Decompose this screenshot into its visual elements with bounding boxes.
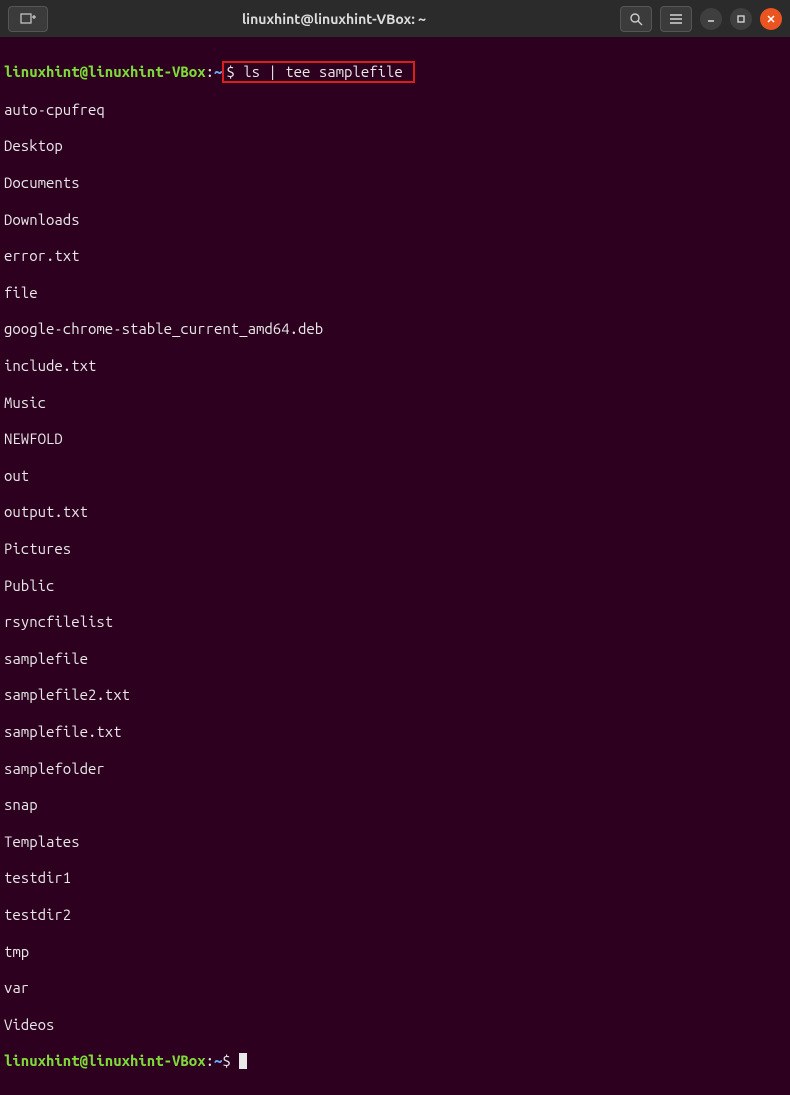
output-line: Videos <box>4 1016 786 1034</box>
output-line: testdir1 <box>4 869 786 887</box>
prompt-userhost: linuxhint@linuxhint-VBox <box>4 1052 206 1069</box>
prompt-sep: : <box>206 63 214 80</box>
terminal-content[interactable]: linuxhint@linuxhint-VBox:~$ ls | tee sam… <box>0 37 790 1095</box>
output-line: testdir2 <box>4 906 786 924</box>
output-line: Downloads <box>4 211 786 229</box>
output-line: Templates <box>4 833 786 851</box>
menu-button[interactable] <box>660 6 692 32</box>
prompt-path: ~ <box>214 1052 222 1069</box>
window-title: linuxhint@linuxhint-VBox: ~ <box>48 11 620 27</box>
hamburger-icon <box>669 13 683 25</box>
prompt-line-2: linuxhint@linuxhint-VBox:~$ <box>4 1052 786 1070</box>
output-line: Public <box>4 577 786 595</box>
search-button[interactable] <box>620 6 652 32</box>
prompt-userhost: linuxhint@linuxhint-VBox <box>4 63 206 80</box>
minimize-icon <box>706 14 716 24</box>
output-line: google-chrome-stable_current_amd64.deb <box>4 320 786 338</box>
output-line: samplefolder <box>4 760 786 778</box>
prompt-symbol: $ <box>226 63 234 80</box>
cursor <box>239 1053 247 1069</box>
search-icon <box>629 12 643 26</box>
output-line: snap <box>4 796 786 814</box>
output-line: Documents <box>4 174 786 192</box>
close-button[interactable] <box>760 8 782 30</box>
prompt-sep: : <box>206 1052 214 1069</box>
output-line: Music <box>4 394 786 412</box>
minimize-button[interactable] <box>700 8 722 30</box>
output-line: tmp <box>4 943 786 961</box>
output-line: file <box>4 284 786 302</box>
maximize-button[interactable] <box>730 8 752 30</box>
prompt-path: ~ <box>214 63 222 80</box>
output-line: out <box>4 467 786 485</box>
output-line: var <box>4 979 786 997</box>
output-line: samplefile.txt <box>4 723 786 741</box>
command-text: ls | tee samplefile <box>235 63 411 80</box>
output-line: include.txt <box>4 357 786 375</box>
maximize-icon <box>736 14 746 24</box>
new-tab-button[interactable] <box>8 6 48 32</box>
output-line: samplefile <box>4 650 786 668</box>
output-line: NEWFOLD <box>4 430 786 448</box>
prompt-line-1: linuxhint@linuxhint-VBox:~$ ls | tee sam… <box>4 61 786 82</box>
output-line: Pictures <box>4 540 786 558</box>
new-tab-icon <box>20 12 36 26</box>
output-line: error.txt <box>4 247 786 265</box>
output-line: Desktop <box>4 137 786 155</box>
output-line: auto-cpufreq <box>4 101 786 119</box>
prompt-symbol: $ <box>222 1052 230 1069</box>
output-line: output.txt <box>4 503 786 521</box>
output-line: rsyncfilelist <box>4 613 786 631</box>
close-icon <box>766 14 776 24</box>
output-line: samplefile2.txt <box>4 686 786 704</box>
window-titlebar: linuxhint@linuxhint-VBox: ~ <box>0 0 790 37</box>
highlighted-command: $ ls | tee samplefile <box>222 61 415 82</box>
